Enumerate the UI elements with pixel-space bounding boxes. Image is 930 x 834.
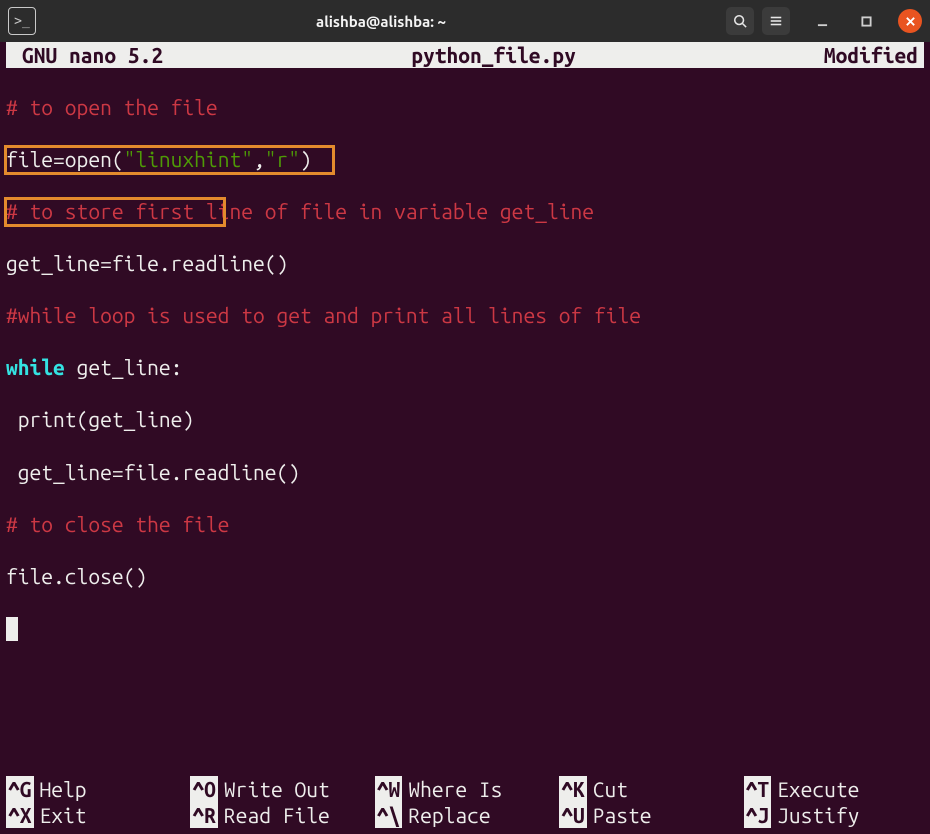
code-text: file.close()	[6, 564, 147, 588]
code-line: # to store first line of file in variabl…	[6, 198, 924, 224]
code-line: file=open("linuxhint","r")	[6, 146, 924, 172]
comment-text: # to close the file	[6, 512, 229, 536]
code-line: # to open the file	[6, 94, 924, 120]
code-line: print(get_line)	[6, 406, 924, 432]
shortcut-readfile[interactable]: ^RRead File	[190, 802, 370, 828]
code-text: get_line=file.readline()	[6, 460, 300, 484]
code-line: # to close the file	[6, 511, 924, 537]
code-text: get_line:	[65, 355, 183, 379]
shortcut-label: Help	[40, 776, 87, 802]
maximize-button[interactable]	[854, 9, 878, 33]
shortcut-label: Exit	[40, 802, 87, 828]
window-title: alishba@alishba: ~	[44, 13, 718, 30]
nano-header-center: python_file.py	[163, 42, 824, 68]
shortcut-label: Where Is	[408, 776, 502, 802]
search-button[interactable]	[726, 7, 754, 35]
code-text: get_line=file.readline()	[6, 251, 288, 275]
shortcut-execute[interactable]: ^TExecute	[744, 776, 924, 802]
shortcut-label: Read File	[224, 802, 330, 828]
string-text: "linuxhint"	[124, 147, 253, 171]
window-titlebar: >_ alishba@alishba: ~	[0, 0, 930, 42]
code-text: ,	[253, 147, 265, 171]
code-line: get_line=file.readline()	[6, 459, 924, 485]
close-icon	[905, 16, 916, 27]
nano-header-left: GNU nano 5.2	[10, 42, 163, 68]
shortcut-key: ^U	[559, 802, 587, 828]
shortcut-justify[interactable]: ^JJustify	[744, 802, 924, 828]
shortcut-label: Paste	[593, 802, 652, 828]
maximize-icon	[861, 16, 872, 27]
code-text: )	[300, 147, 312, 171]
code-text: print(get_line)	[6, 407, 194, 431]
shortcut-whereis[interactable]: ^WWhere Is	[375, 776, 555, 802]
hamburger-icon	[769, 14, 783, 28]
shortcut-replace[interactable]: ^\Replace	[375, 802, 555, 828]
minimize-icon	[817, 16, 828, 27]
comment-text: # to open the file	[6, 95, 218, 119]
search-icon	[733, 14, 747, 28]
shortcut-label: Cut	[593, 776, 628, 802]
nano-header: GNU nano 5.2 python_file.py Modified	[6, 42, 924, 68]
shortcut-paste[interactable]: ^UPaste	[559, 802, 739, 828]
code-line: file.close()	[6, 563, 924, 589]
nano-code-area[interactable]: # to open the file file=open("linuxhint"…	[6, 68, 924, 776]
shortcut-label: Justify	[777, 802, 859, 828]
terminal-icon[interactable]: >_	[8, 7, 36, 35]
text-cursor	[6, 617, 18, 641]
code-line: #while loop is used to get and print all…	[6, 302, 924, 328]
shortcut-cut[interactable]: ^KCut	[559, 776, 739, 802]
keyword-text: while	[6, 355, 65, 379]
shortcut-key: ^W	[375, 776, 403, 802]
string-text: "r"	[265, 147, 300, 171]
shortcut-key: ^\	[375, 802, 403, 828]
menu-button[interactable]	[762, 7, 790, 35]
shortcut-label: Execute	[777, 776, 859, 802]
terminal-window: >_ alishba@alishba: ~ GNU nano 5.2 pytho…	[0, 0, 930, 834]
shortcut-key: ^O	[190, 776, 218, 802]
shortcut-exit[interactable]: ^XExit	[6, 802, 186, 828]
close-button[interactable]	[898, 9, 922, 33]
shortcut-writeout[interactable]: ^OWrite Out	[190, 776, 370, 802]
minimize-button[interactable]	[810, 9, 834, 33]
shortcut-key: ^J	[744, 802, 772, 828]
code-line: get_line=file.readline()	[6, 250, 924, 276]
shortcut-key: ^R	[190, 802, 218, 828]
comment-text: #while loop is used to get and print all…	[6, 303, 641, 327]
shortcut-label: Replace	[408, 802, 490, 828]
shortcut-help[interactable]: ^GHelp	[6, 776, 186, 802]
terminal-body[interactable]: GNU nano 5.2 python_file.py Modified # t…	[0, 42, 930, 834]
nano-header-right: Modified	[824, 42, 920, 68]
shortcut-key: ^K	[559, 776, 587, 802]
code-text: file=open(	[6, 147, 124, 171]
code-line: while get_line:	[6, 354, 924, 380]
shortcut-key: ^X	[6, 802, 34, 828]
shortcut-key: ^T	[744, 776, 772, 802]
comment-text: # to store first line of file in variabl…	[6, 199, 594, 223]
shortcut-label: Write Out	[224, 776, 330, 802]
code-line	[6, 615, 924, 641]
nano-footer: ^GHelp ^OWrite Out ^WWhere Is ^KCut ^TEx…	[6, 776, 924, 830]
shortcut-key: ^G	[6, 776, 34, 802]
